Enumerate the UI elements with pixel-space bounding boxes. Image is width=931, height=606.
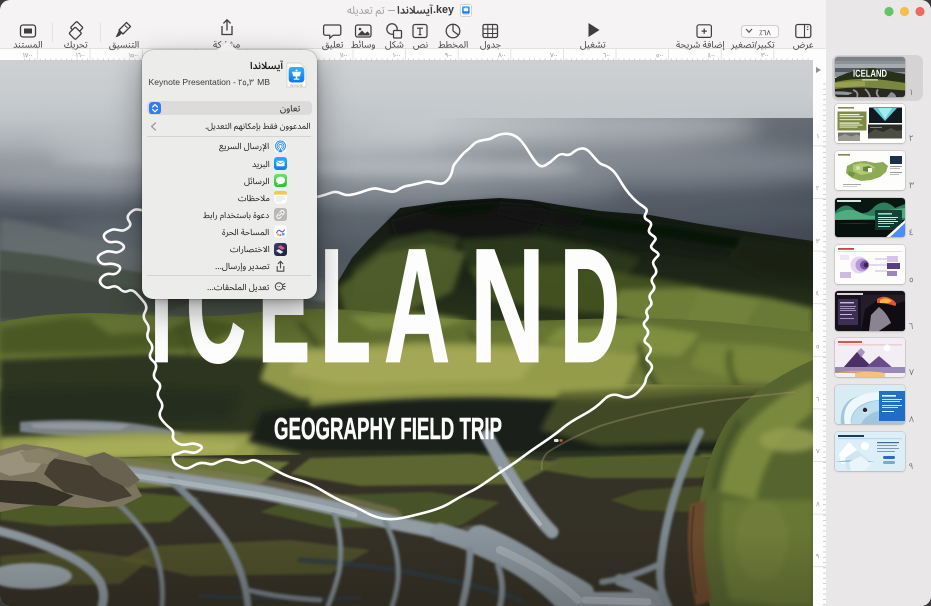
svg-text:N: N (470, 216, 545, 397)
svg-text:A: A (384, 216, 450, 397)
svg-text:GEOGRAPHY FIELD TRIP: GEOGRAPHY FIELD TRIP (274, 412, 502, 446)
svg-text:D: D (560, 216, 620, 397)
svg-text:KEYNOTE: KEYNOTE (290, 83, 303, 87)
svg-text:L: L (320, 216, 371, 397)
